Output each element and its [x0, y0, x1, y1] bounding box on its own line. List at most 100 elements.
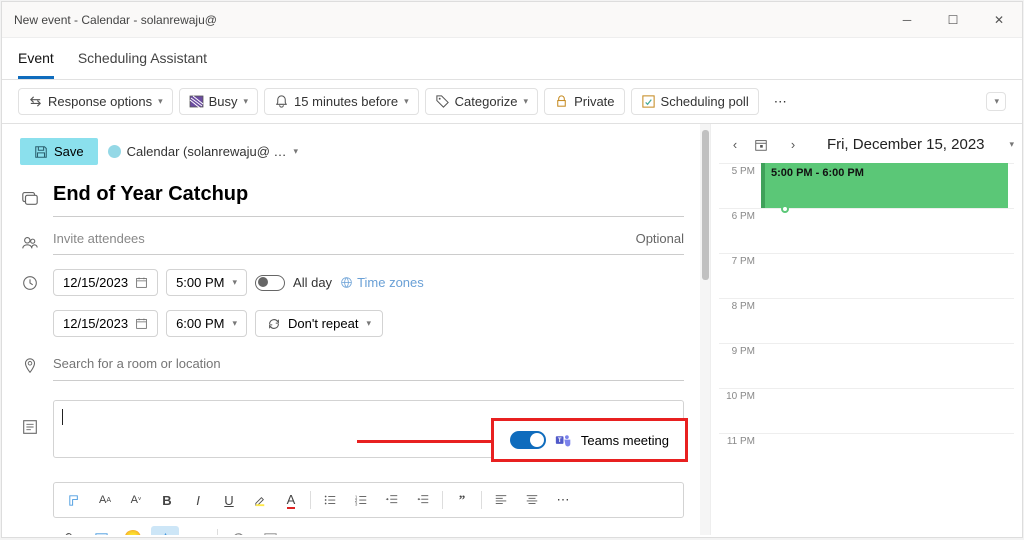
- attendees-input[interactable]: Invite attendees: [53, 231, 636, 246]
- scrollbar[interactable]: [700, 124, 710, 535]
- teams-meeting-label: Teams meeting: [581, 433, 669, 448]
- current-time-indicator: [781, 205, 789, 213]
- picture-button[interactable]: [87, 526, 115, 535]
- dictate-button[interactable]: [256, 526, 284, 535]
- time-label: 10 PM: [719, 389, 761, 433]
- ribbon-overflow-button[interactable]: ⋯: [765, 89, 796, 115]
- lock-icon: [554, 94, 569, 109]
- bell-icon: [274, 94, 289, 109]
- busy-status-button[interactable]: Busy ▾: [179, 88, 258, 115]
- categorize-button[interactable]: Categorize ▾: [425, 88, 538, 115]
- indent-button[interactable]: [409, 488, 437, 512]
- repeat-button[interactable]: Don't repeat ▾: [255, 310, 383, 337]
- time-row[interactable]: 9 PM: [719, 343, 1014, 388]
- description-icon: [20, 418, 40, 436]
- time-row[interactable]: 11 PM: [719, 433, 1014, 478]
- attach-button[interactable]: ▾: [55, 526, 83, 535]
- underline-button[interactable]: U: [215, 488, 243, 512]
- loop-component-button[interactable]: [224, 526, 252, 535]
- highlight-button[interactable]: [246, 488, 274, 512]
- teams-meeting-toggle[interactable]: [510, 431, 546, 449]
- time-row[interactable]: 7 PM: [719, 253, 1014, 298]
- bold-button[interactable]: B: [153, 488, 181, 512]
- format-more-button[interactable]: ⋯: [549, 488, 577, 512]
- time-row[interactable]: 6 PM: [719, 208, 1014, 253]
- close-button[interactable]: ✕: [976, 2, 1022, 38]
- format-toolbar: AA A˅ B I U A 123 ” ⋯: [53, 482, 684, 518]
- start-date-input[interactable]: 12/15/2023: [53, 269, 158, 296]
- repeat-icon: [267, 317, 281, 331]
- prev-day-button[interactable]: ‹: [725, 137, 745, 152]
- align-left-button[interactable]: [487, 488, 515, 512]
- save-button[interactable]: Save: [20, 138, 98, 165]
- chevron-down-icon: ▾: [233, 277, 238, 288]
- tab-bar: Event Scheduling Assistant: [2, 38, 1022, 80]
- svg-text:3: 3: [355, 501, 358, 506]
- chevron-down-icon: ▾: [524, 96, 529, 107]
- chevron-down-icon: ▾: [366, 318, 371, 329]
- next-day-button[interactable]: ›: [783, 137, 803, 152]
- chevron-down-icon[interactable]: ▾: [1009, 139, 1014, 150]
- calendar-icon: [135, 317, 148, 330]
- day-title: Fri, December 15, 2023: [812, 136, 999, 153]
- chevron-down-icon: ▾: [233, 318, 238, 329]
- event-block[interactable]: 5:00 PM - 6:00 PM: [761, 163, 1008, 208]
- outdent-button[interactable]: [378, 488, 406, 512]
- scheduling-poll-button[interactable]: Scheduling poll: [631, 88, 759, 115]
- ink-button[interactable]: [151, 526, 179, 535]
- response-options-button[interactable]: Response options ▾: [18, 88, 173, 115]
- end-time-input[interactable]: 6:00 PM ▾: [166, 310, 247, 337]
- titlebar: New event - Calendar - solanrewaju@ ─ ☐ …: [2, 2, 1022, 38]
- globe-icon: [340, 276, 353, 289]
- optional-attendees-link[interactable]: Optional: [636, 231, 684, 246]
- save-icon: [34, 145, 48, 159]
- align-center-button[interactable]: [518, 488, 546, 512]
- font-button[interactable]: AA: [91, 488, 119, 512]
- tab-event[interactable]: Event: [18, 44, 54, 79]
- tab-scheduling-assistant[interactable]: Scheduling Assistant: [78, 44, 207, 79]
- end-date-input[interactable]: 12/15/2023: [53, 310, 158, 337]
- bullets-button[interactable]: [316, 488, 344, 512]
- format-painter-button[interactable]: [60, 488, 88, 512]
- time-row[interactable]: 8 PM: [719, 298, 1014, 343]
- time-label: 5 PM: [719, 164, 761, 208]
- start-time-input[interactable]: 5:00 PM ▾: [166, 269, 247, 296]
- calendar-picker[interactable]: Calendar (solanrewaju@ … ▾: [108, 144, 298, 159]
- calendar-color-dot: [108, 145, 121, 158]
- numbering-button[interactable]: 123: [347, 488, 375, 512]
- chevron-down-icon: ▾: [158, 96, 163, 107]
- minimize-button[interactable]: ─: [884, 2, 930, 38]
- location-input[interactable]: [53, 351, 684, 381]
- event-title-input[interactable]: [53, 179, 684, 217]
- response-icon: [28, 94, 43, 109]
- ribbon: Response options ▾ Busy ▾ 15 minutes bef…: [2, 80, 1022, 124]
- italic-button[interactable]: I: [184, 488, 212, 512]
- teams-icon: T: [555, 432, 572, 449]
- chevron-down-icon: ▾: [294, 146, 299, 157]
- ribbon-expand-button[interactable]: ▾: [986, 92, 1006, 111]
- time-label: 8 PM: [719, 299, 761, 343]
- emoji-button[interactable]: 😊: [119, 526, 147, 535]
- chevron-down-icon: ▾: [244, 96, 249, 107]
- today-button[interactable]: [754, 138, 774, 152]
- tag-icon: [435, 94, 450, 109]
- quote-button[interactable]: ”: [448, 488, 476, 512]
- window-title: New event - Calendar - solanrewaju@: [2, 13, 884, 27]
- time-label: 6 PM: [719, 209, 761, 253]
- timezones-link[interactable]: Time zones: [340, 275, 424, 290]
- attach-toolbar: ▾ 😊: [53, 520, 286, 535]
- clock-icon: [20, 274, 40, 292]
- time-row[interactable]: 10 PM: [719, 388, 1014, 433]
- poll-icon: [641, 94, 656, 109]
- allday-toggle[interactable]: [255, 275, 285, 291]
- signature-button[interactable]: [183, 526, 211, 535]
- reminder-button[interactable]: 15 minutes before ▾: [264, 88, 419, 115]
- people-icon: [20, 234, 40, 252]
- font-size-button[interactable]: A˅: [122, 488, 150, 512]
- title-icon: [20, 189, 40, 207]
- teams-meeting-toggle-group: T Teams meeting: [491, 418, 688, 462]
- maximize-button[interactable]: ☐: [930, 2, 976, 38]
- allday-label: All day: [293, 275, 332, 290]
- private-button[interactable]: Private: [544, 88, 624, 115]
- font-color-button[interactable]: A: [277, 488, 305, 512]
